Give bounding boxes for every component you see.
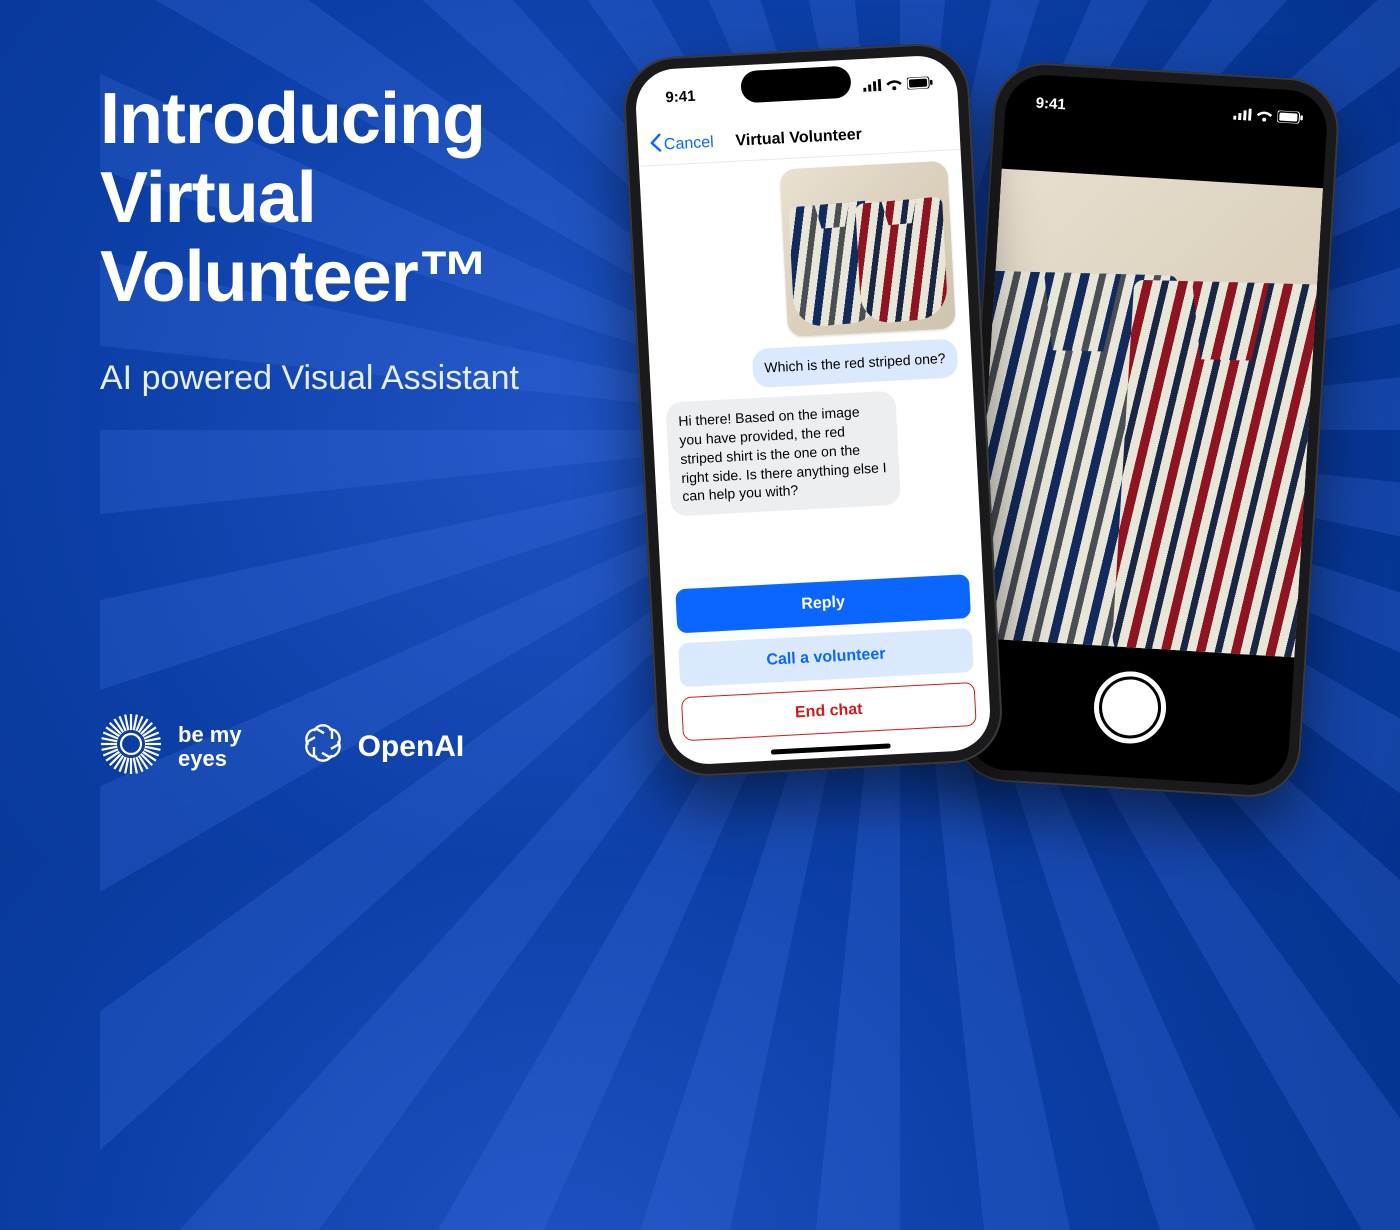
bemyeyes-wordmark: be my eyes [178,723,242,769]
back-label: Cancel [663,133,714,154]
dynamic-island [740,66,852,104]
camera-viewfinder [973,169,1323,658]
end-chat-button[interactable]: End chat [681,682,977,741]
battery-icon [1277,109,1304,128]
shirt-red-striped [855,196,948,324]
hero-subhead: AI powered Visual Assistant [100,356,660,400]
cellular-icon [1233,106,1252,124]
openai-wordmark: OpenAI [358,730,465,764]
photo-shirts [779,161,956,338]
photo-shirts [973,169,1323,658]
home-indicator [771,743,891,754]
status-time: 9:41 [1035,94,1066,113]
bemyeyes-logo: be my eyes [100,713,242,780]
bemyeyes-icon [100,713,162,780]
openai-logo: OpenAI [302,722,465,772]
wifi-icon [1256,108,1273,126]
shirt-red-striped [1110,280,1323,657]
assistant-message: Hi there! Based on the image you have pr… [665,391,901,517]
battery-icon [907,75,934,93]
sent-image-thumbnail[interactable] [779,161,956,338]
chevron-left-icon [649,134,662,158]
reply-button[interactable]: Reply [675,574,971,633]
shutter-button[interactable] [1092,669,1168,745]
cellular-icon [863,78,882,96]
phone-chat: 9:41 Canc [621,41,1004,778]
user-message: Which is the red striped one? [751,338,958,388]
phone-camera: 9:41 [952,60,1341,800]
status-time: 9:41 [665,87,696,106]
hero-headline: Introducing Virtual Volunteer™ [100,80,660,318]
openai-icon [302,722,344,772]
nav-title: Virtual Volunteer [735,126,862,151]
call-volunteer-button[interactable]: Call a volunteer [678,628,974,687]
dynamic-island [1111,85,1223,124]
wifi-icon [886,76,903,94]
back-button[interactable]: Cancel [649,131,714,157]
